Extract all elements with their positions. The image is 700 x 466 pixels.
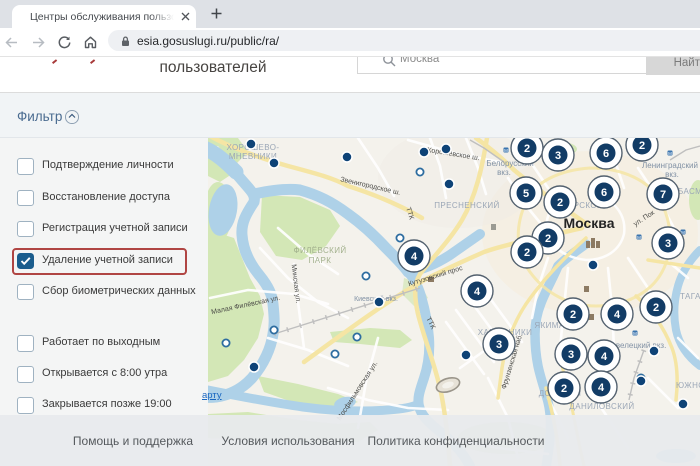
svg-text:6: 6 (601, 187, 607, 199)
svg-text:4: 4 (411, 251, 418, 263)
svg-text:6: 6 (603, 148, 609, 160)
svg-text:2: 2 (524, 143, 530, 155)
svg-text:2: 2 (557, 197, 563, 209)
svg-text:ЮЖНОПОРТОВЫЙ: ЮЖНОПОРТОВЫЙ (676, 381, 700, 390)
svg-text:Ленинградский: Ленинградский (642, 161, 698, 170)
svg-text:ПРЕСНЕНСКИЙ: ПРЕСНЕНСКИЙ (434, 201, 499, 210)
svg-text:М: М (637, 235, 641, 240)
svg-text:3: 3 (665, 238, 671, 250)
svg-text:2: 2 (570, 309, 576, 321)
svg-text:БАСМАННЫЙ: БАСМАННЫЙ (678, 187, 700, 196)
svg-text:7: 7 (660, 189, 666, 201)
svg-text:ПАРК: ПАРК (309, 256, 332, 265)
svg-text:4: 4 (598, 382, 605, 394)
svg-text:5: 5 (523, 188, 529, 200)
svg-text:вкз.: вкз. (665, 170, 679, 179)
svg-text:2: 2 (653, 302, 659, 314)
svg-text:М: М (633, 331, 637, 336)
svg-text:2: 2 (639, 140, 645, 152)
svg-text:3: 3 (496, 339, 502, 351)
svg-text:вкз.: вкз. (497, 168, 511, 177)
svg-text:ФИЛЁВСКИЙ: ФИЛЁВСКИЙ (293, 246, 346, 255)
svg-text:2: 2 (524, 247, 530, 259)
svg-text:3: 3 (568, 349, 574, 361)
svg-text:М: М (504, 148, 508, 153)
svg-text:2: 2 (545, 233, 551, 245)
svg-text:ТАГАНСКИЙ: ТАГАНСКИЙ (680, 292, 700, 301)
svg-text:3: 3 (555, 150, 561, 162)
svg-text:4: 4 (474, 286, 481, 298)
svg-text:4: 4 (601, 351, 608, 363)
svg-text:М: М (668, 151, 672, 156)
svg-text:Москва: Москва (563, 215, 614, 231)
svg-text:2: 2 (561, 383, 567, 395)
svg-text:4: 4 (614, 309, 621, 321)
